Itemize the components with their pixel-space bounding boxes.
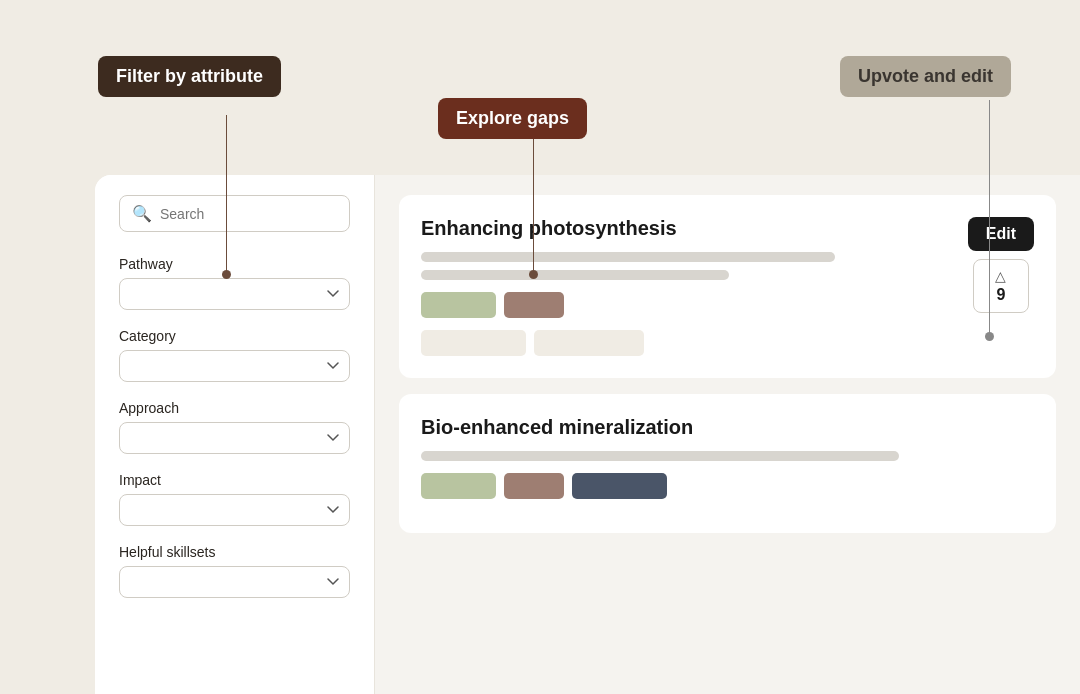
- upvote-connector-dot: [985, 332, 994, 341]
- card-1-extra-line-1: [421, 330, 526, 356]
- skillsets-select[interactable]: [119, 566, 350, 598]
- card-2-line-1: [421, 451, 899, 461]
- card-1-actions: Edit △ 9: [968, 217, 1034, 313]
- explore-connector-dot: [529, 270, 538, 279]
- card-2-tag-green: [421, 473, 496, 499]
- card-1-extra-lines: [421, 330, 952, 356]
- category-label: Category: [119, 328, 350, 344]
- filter-by-attribute-tooltip: Filter by attribute: [98, 56, 281, 97]
- content-area: Enhancing photosynthesis Edit △ 9: [375, 175, 1080, 694]
- upvote-and-edit-tooltip: Upvote and edit: [840, 56, 1011, 97]
- card-1-upvote-icon: △: [995, 268, 1006, 284]
- approach-label: Approach: [119, 400, 350, 416]
- card-enhancing-photosynthesis: Enhancing photosynthesis Edit △ 9: [399, 195, 1056, 378]
- card-1-upvote-count: 9: [996, 286, 1005, 304]
- impact-label: Impact: [119, 472, 350, 488]
- filter-connector-line: [226, 115, 227, 271]
- card-2-tag-brown: [504, 473, 564, 499]
- card-1-upvote-button[interactable]: △ 9: [973, 259, 1029, 313]
- explore-gaps-tooltip: Explore gaps: [438, 98, 587, 139]
- filter-group-category: Category: [119, 328, 350, 382]
- card-1-tag-green: [421, 292, 496, 318]
- sidebar: 🔍 Pathway Category Approach Impact: [95, 175, 375, 694]
- search-input[interactable]: [160, 206, 337, 222]
- filter-group-skillsets: Helpful skillsets: [119, 544, 350, 598]
- card-1-extra-line-2: [534, 330, 644, 356]
- card-1-edit-button[interactable]: Edit: [968, 217, 1034, 251]
- card-2-tags: [421, 473, 1034, 499]
- filter-group-pathway: Pathway: [119, 256, 350, 310]
- card-1-tags: [421, 292, 952, 318]
- impact-select[interactable]: [119, 494, 350, 526]
- search-icon: 🔍: [132, 204, 152, 223]
- upvote-connector-line: [989, 100, 990, 333]
- card-1-body: Enhancing photosynthesis: [421, 217, 952, 356]
- card-1-tag-brown: [504, 292, 564, 318]
- main-panel: 🔍 Pathway Category Approach Impact: [95, 175, 1080, 694]
- card-2-title: Bio-enhanced mineralization: [421, 416, 1034, 439]
- card-1-line-1: [421, 252, 835, 262]
- card-2-body: Bio-enhanced mineralization: [421, 416, 1034, 511]
- card-bio-enhanced-mineralization: Bio-enhanced mineralization: [399, 394, 1056, 533]
- filter-group-approach: Approach: [119, 400, 350, 454]
- filter-connector-dot: [222, 270, 231, 279]
- category-select[interactable]: [119, 350, 350, 382]
- filter-group-impact: Impact: [119, 472, 350, 526]
- card-1-title: Enhancing photosynthesis: [421, 217, 952, 240]
- search-box[interactable]: 🔍: [119, 195, 350, 232]
- pathway-label: Pathway: [119, 256, 350, 272]
- skillsets-label: Helpful skillsets: [119, 544, 350, 560]
- card-1-line-2: [421, 270, 729, 280]
- pathway-select[interactable]: [119, 278, 350, 310]
- card-2-tag-dark: [572, 473, 667, 499]
- explore-connector-line: [533, 138, 534, 271]
- approach-select[interactable]: [119, 422, 350, 454]
